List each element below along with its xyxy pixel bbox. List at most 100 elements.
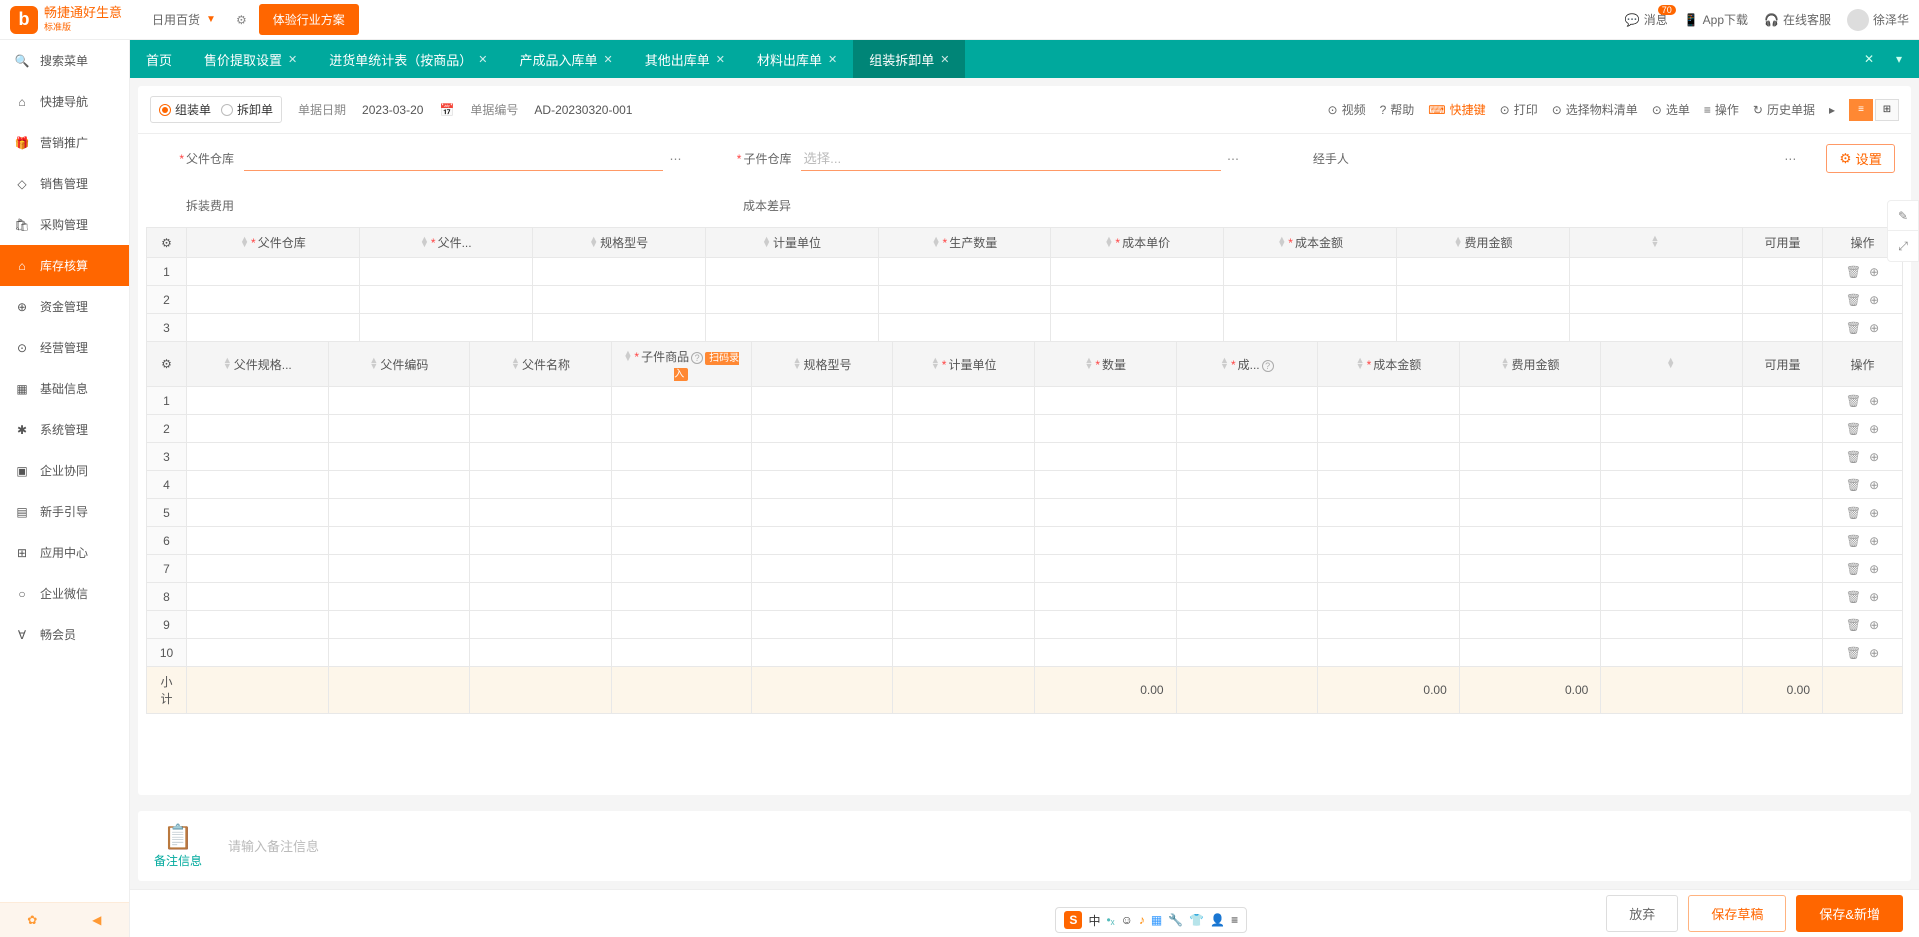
col-available2[interactable]: 可用量 [1743, 342, 1823, 387]
sidebar-item-9[interactable]: ✱系统管理 [0, 409, 129, 450]
table1-row[interactable]: 1🗑⊕ [147, 258, 1903, 286]
cost-diff-input[interactable] [801, 193, 1244, 217]
messages-link[interactable]: 💬 消息 70 [1625, 11, 1668, 28]
next-icon[interactable]: ▸ [1829, 103, 1835, 117]
save-new-button[interactable]: 保存&新增 [1796, 895, 1903, 932]
date-value[interactable]: 2023-03-20 [362, 103, 423, 117]
settings-button[interactable]: ⚙设置 [1826, 144, 1895, 173]
sidebar-item-2[interactable]: 🎁营销推广 [0, 122, 129, 163]
col-spec[interactable]: ▲▼规格型号 [532, 228, 705, 258]
radio-assemble[interactable]: 组装单 [159, 101, 211, 118]
add-icon[interactable]: ⊕ [1869, 321, 1879, 335]
add-icon[interactable]: ⊕ [1869, 478, 1879, 492]
tab-2[interactable]: 进货单统计表（按商品）✕ [313, 40, 503, 78]
child-wh-lookup[interactable]: ⋯ [1221, 152, 1245, 166]
sidebar-item-5[interactable]: ⌂库存核算 [0, 245, 129, 286]
col-child-prod[interactable]: ▲▼*子件商品?扫码录入 [611, 342, 751, 387]
sidebar-item-12[interactable]: ⊞应用中心 [0, 532, 129, 573]
sidebar-item-11[interactable]: ▤新手引导 [0, 491, 129, 532]
table1-config[interactable]: ⚙ [147, 228, 187, 258]
parent-wh-input[interactable] [244, 147, 663, 171]
table2-config[interactable]: ⚙ [147, 342, 187, 387]
sidebar-item-4[interactable]: 🛍采购管理 [0, 204, 129, 245]
delete-icon[interactable]: 🗑 [1846, 534, 1861, 548]
ime-bar[interactable]: S 中 •ₓ ☺♪▦ 🔧👕👤≡ [1055, 907, 1247, 933]
col-parent-name[interactable]: ▲▼父件名称 [470, 342, 612, 387]
add-icon[interactable]: ⊕ [1869, 562, 1879, 576]
sidebar-collapse-icon[interactable]: ◀ [65, 903, 130, 937]
col-parent-wh[interactable]: ▲▼*父件仓库 [187, 228, 360, 258]
print-link[interactable]: ⊙打印 [1500, 101, 1538, 118]
add-icon[interactable]: ⊕ [1869, 590, 1879, 604]
delete-icon[interactable]: 🗑 [1846, 478, 1861, 492]
sidebar-item-10[interactable]: ▣企业协同 [0, 450, 129, 491]
sidebar-item-14[interactable]: ∀畅会员 [0, 614, 129, 655]
delete-icon[interactable]: 🗑 [1846, 265, 1861, 279]
float-edit-icon[interactable]: ✎ [1888, 201, 1918, 231]
sidebar-item-3[interactable]: ◇销售管理 [0, 163, 129, 204]
sidebar-item-8[interactable]: ▦基础信息 [0, 368, 129, 409]
tab-3[interactable]: 产成品入库单✕ [503, 40, 628, 78]
table2-row[interactable]: 10🗑⊕ [147, 639, 1903, 667]
table2-row[interactable]: 8🗑⊕ [147, 583, 1903, 611]
add-icon[interactable]: ⊕ [1869, 450, 1879, 464]
delete-icon[interactable]: 🗑 [1846, 321, 1861, 335]
col-blank[interactable]: ▲▼ [1570, 228, 1743, 258]
calendar-icon[interactable]: 📅 [439, 103, 454, 117]
sidebar-item-7[interactable]: ⊙经营管理 [0, 327, 129, 368]
add-icon[interactable]: ⊕ [1869, 506, 1879, 520]
col-qty[interactable]: ▲▼*数量 [1034, 342, 1176, 387]
remark-input[interactable] [222, 833, 1895, 860]
col-unit2[interactable]: ▲▼*计量单位 [893, 342, 1035, 387]
table2-row[interactable]: 7🗑⊕ [147, 555, 1903, 583]
tab-close-icon[interactable]: ✕ [604, 53, 613, 66]
col-cost-amount[interactable]: ▲▼*成本金额 [1224, 228, 1397, 258]
delete-icon[interactable]: 🗑 [1846, 293, 1861, 307]
table2-row[interactable]: 2🗑⊕ [147, 415, 1903, 443]
select-link[interactable]: ⊙选单 [1652, 101, 1690, 118]
operate-link[interactable]: ≡操作 [1704, 101, 1739, 118]
col-cost-price[interactable]: ▲▼*成本单价 [1051, 228, 1224, 258]
table2-row[interactable]: 3🗑⊕ [147, 443, 1903, 471]
add-icon[interactable]: ⊕ [1869, 646, 1879, 660]
table2-row[interactable]: 5🗑⊕ [147, 499, 1903, 527]
tab-close-icon[interactable]: ✕ [288, 53, 297, 66]
discard-button[interactable]: 放弃 [1606, 895, 1678, 932]
tab-close-icon[interactable]: ✕ [716, 53, 725, 66]
add-icon[interactable]: ⊕ [1869, 293, 1879, 307]
sidebar-settings-icon[interactable]: ✿ [0, 903, 65, 937]
sidebar-item-13[interactable]: ○企业微信 [0, 573, 129, 614]
online-service-link[interactable]: 🎧 在线客服 [1764, 11, 1831, 28]
col-cost-amount2[interactable]: ▲▼*成本金额 [1318, 342, 1460, 387]
table2-row[interactable]: 1🗑⊕ [147, 387, 1903, 415]
tab-1[interactable]: 售价提取设置✕ [188, 40, 313, 78]
col-fee-amount2[interactable]: ▲▼费用金额 [1459, 342, 1601, 387]
delete-icon[interactable]: 🗑 [1846, 590, 1861, 604]
float-expand-icon[interactable]: ⤢ [1888, 231, 1918, 261]
col-fee-amount[interactable]: ▲▼费用金额 [1397, 228, 1570, 258]
col-blank2[interactable]: ▲▼ [1601, 342, 1743, 387]
col-spec2[interactable]: ▲▼规格型号 [751, 342, 893, 387]
tab-more[interactable]: ▾ [1885, 45, 1913, 73]
tab-0[interactable]: 首页 [130, 40, 188, 78]
table2-row[interactable]: 6🗑⊕ [147, 527, 1903, 555]
tab-6[interactable]: 组装拆卸单✕ [853, 40, 965, 78]
col-parent-prod[interactable]: ▲▼*父件... [359, 228, 532, 258]
view-mode-grid[interactable]: ⊞ [1875, 99, 1899, 121]
col-available[interactable]: 可用量 [1743, 228, 1823, 258]
history-link[interactable]: ↻历史单据 [1753, 101, 1815, 118]
help-link[interactable]: ?帮助 [1380, 101, 1415, 118]
delete-icon[interactable]: 🗑 [1846, 562, 1861, 576]
delete-icon[interactable]: 🗑 [1846, 394, 1861, 408]
handler-input[interactable] [1359, 147, 1778, 171]
materials-link[interactable]: ⊙选择物料清单 [1552, 101, 1638, 118]
tab-4[interactable]: 其他出库单✕ [629, 40, 741, 78]
handler-lookup[interactable]: ⋯ [1778, 152, 1802, 166]
add-icon[interactable]: ⊕ [1869, 394, 1879, 408]
radio-disassemble[interactable]: 拆卸单 [221, 101, 273, 118]
table2-row[interactable]: 4🗑⊕ [147, 471, 1903, 499]
tab-close-icon[interactable]: ✕ [940, 53, 949, 66]
sidebar-item-6[interactable]: ⊕资金管理 [0, 286, 129, 327]
add-icon[interactable]: ⊕ [1869, 534, 1879, 548]
tab-close-icon[interactable]: ✕ [478, 53, 487, 66]
